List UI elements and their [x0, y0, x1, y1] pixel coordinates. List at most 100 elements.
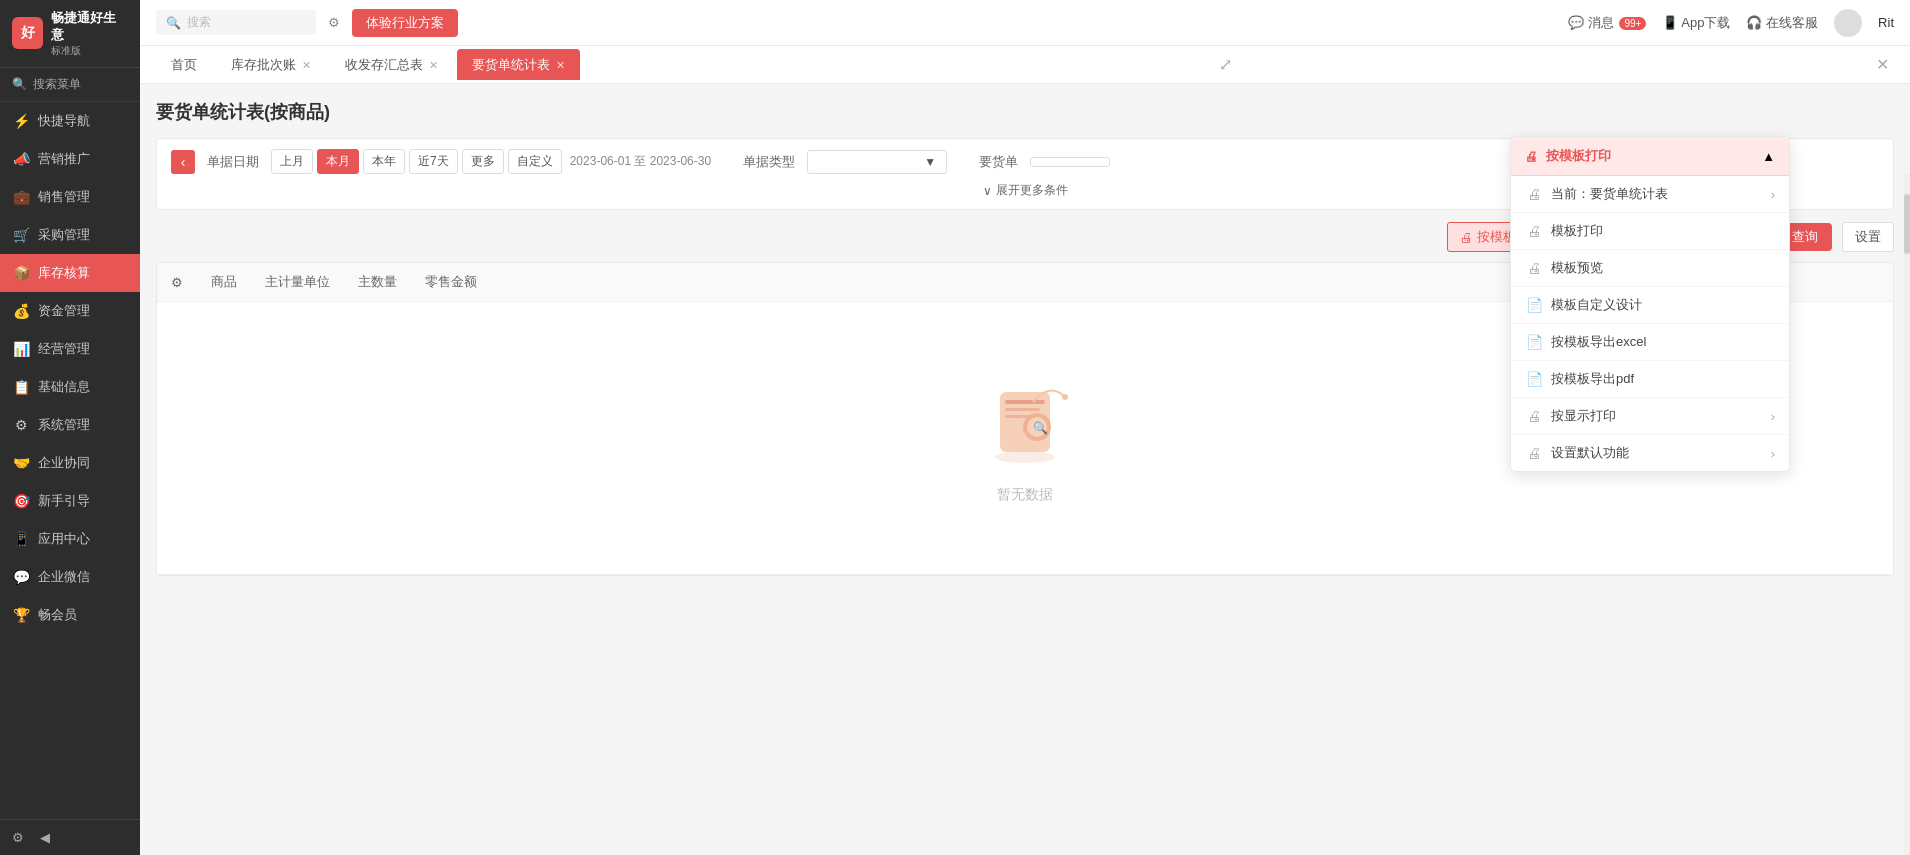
- topbar-search-icon: 🔍: [166, 16, 181, 30]
- operations-icon: 📊: [12, 341, 30, 357]
- dropdown-item-display-print[interactable]: 🖨 按显示打印 ›: [1511, 398, 1789, 435]
- dropdown-item-template-print[interactable]: 🖨 模板打印: [1511, 213, 1789, 250]
- topbar-search[interactable]: 🔍 搜索: [156, 10, 316, 35]
- download-icon: 📱: [1662, 15, 1678, 30]
- guide-icon: 🎯: [12, 493, 30, 509]
- filter-collapse-button[interactable]: ‹: [171, 150, 195, 174]
- sidebar-item-quick-nav[interactable]: ⚡ 快捷导航: [0, 102, 140, 140]
- svg-text:🔍: 🔍: [1033, 420, 1048, 435]
- avatar[interactable]: [1834, 9, 1862, 37]
- sidebar-item-guide[interactable]: 🎯 新手引导: [0, 482, 140, 520]
- dropdown-item-template-custom-design[interactable]: 📄 模板自定义设计: [1511, 287, 1789, 324]
- settings-icon[interactable]: ⚙: [12, 830, 24, 845]
- online-service-label: 在线客服: [1766, 15, 1818, 30]
- dropdown-item-template-preview[interactable]: 🖨 模板预览: [1511, 250, 1789, 287]
- tab-order-stats[interactable]: 要货单统计表 ✕: [457, 49, 580, 80]
- display-print-arrow: ›: [1771, 409, 1775, 424]
- tab-home[interactable]: 首页: [156, 49, 212, 80]
- date-range-display: 2023-06-01 至 2023-06-30: [570, 153, 711, 170]
- sidebar-item-operations[interactable]: 📊 经营管理: [0, 330, 140, 368]
- print-dropdown-menu: 🖨 按模板打印 ▲ 🖨 当前：要货单统计表 › 🖨 模板打印: [1510, 136, 1790, 472]
- col-settings[interactable]: ⚙: [157, 263, 197, 302]
- sidebar-item-label: 快捷导航: [38, 112, 90, 130]
- sidebar-item-app-center[interactable]: 📱 应用中心: [0, 520, 140, 558]
- message-badge: 99+: [1619, 17, 1646, 30]
- message-item[interactable]: 💬 消息 99+: [1568, 14, 1646, 32]
- dropdown-header[interactable]: 🖨 按模板打印 ▲: [1511, 137, 1789, 176]
- sidebar-item-member[interactable]: 🏆 畅会员: [0, 596, 140, 634]
- date-btn-7days[interactable]: 近7天: [409, 149, 458, 174]
- template-export-excel-label: 按模板导出excel: [1551, 333, 1646, 351]
- sidebar-item-label: 库存核算: [38, 264, 90, 282]
- sidebar-item-system[interactable]: ⚙ 系统管理: [0, 406, 140, 444]
- sales-icon: 💼: [12, 189, 30, 205]
- quick-nav-icon: ⚡: [12, 113, 30, 129]
- content-area: 要货单统计表(按商品) ‹ 单据日期 上月 本月 本年 近7天 更多 自定义 2…: [140, 84, 1910, 855]
- topbar: 🔍 搜索 ⚙ 体验行业方案 💬 消息 99+ 📱 App下载 🎧 在线客服 Ri…: [140, 0, 1910, 46]
- display-print-label: 按显示打印: [1551, 407, 1616, 425]
- template-preview-icon: 🖨: [1525, 260, 1543, 276]
- date-btn-last-month[interactable]: 上月: [271, 149, 313, 174]
- date-buttons: 上月 本月 本年 近7天 更多 自定义 2023-06-01 至 2023-06…: [271, 149, 711, 174]
- date-btn-current-year[interactable]: 本年: [363, 149, 405, 174]
- sidebar-item-finance[interactable]: 💰 资金管理: [0, 292, 140, 330]
- settings-gear-icon[interactable]: ⚙: [328, 15, 340, 30]
- yh-select[interactable]: [1030, 157, 1110, 167]
- date-btn-more[interactable]: 更多: [462, 149, 504, 174]
- dropdown-item-template-export-pdf[interactable]: 📄 按模板导出pdf: [1511, 361, 1789, 398]
- settings-button[interactable]: 设置: [1842, 222, 1894, 252]
- tab-close-all-button[interactable]: ✕: [1870, 53, 1894, 77]
- sidebar: 好 畅捷通好生意 标准版 🔍 搜索菜单 ⚡ 快捷导航 📣 营销推广 💼 销售管理…: [0, 0, 140, 855]
- collapse-icon[interactable]: ◀: [40, 830, 50, 845]
- tab-receipt-summary-label: 收发存汇总表: [345, 56, 423, 74]
- template-export-pdf-icon: 📄: [1525, 371, 1543, 387]
- set-default-arrow: ›: [1771, 446, 1775, 461]
- wechat-icon: 💬: [12, 569, 30, 585]
- sidebar-search[interactable]: 🔍 搜索菜单: [0, 68, 140, 102]
- dropdown-item-current-template[interactable]: 🖨 当前：要货单统计表 ›: [1511, 176, 1789, 213]
- sidebar-item-cooperation[interactable]: 🤝 企业协同: [0, 444, 140, 482]
- sidebar-item-label: 系统管理: [38, 416, 90, 434]
- col-retail-amount: 零售金额: [411, 263, 491, 302]
- app-download-item[interactable]: 📱 App下载: [1662, 14, 1730, 32]
- online-service-item[interactable]: 🎧 在线客服: [1746, 14, 1818, 32]
- tab-bar: 首页 库存批次账 ✕ 收发存汇总表 ✕ 要货单统计表 ✕ ⤢ ✕: [140, 46, 1910, 84]
- tab-order-stats-label: 要货单统计表: [472, 56, 550, 74]
- promo-button[interactable]: 体验行业方案: [352, 9, 458, 37]
- settings-label: 设置: [1855, 228, 1881, 246]
- empty-text: 暂无数据: [997, 486, 1053, 504]
- dropdown-title: 按模板打印: [1546, 147, 1611, 165]
- member-icon: 🏆: [12, 607, 30, 623]
- tab-expand-button[interactable]: ⤢: [1213, 53, 1237, 77]
- search-icon: 🔍: [12, 77, 27, 91]
- tab-home-label: 首页: [171, 56, 197, 74]
- message-label: 消息: [1588, 15, 1614, 30]
- dropdown-collapse-icon[interactable]: ▲: [1762, 149, 1775, 164]
- dropdown-item-set-default[interactable]: 🖨 设置默认功能 ›: [1511, 435, 1789, 471]
- sidebar-item-label: 采购管理: [38, 226, 90, 244]
- sidebar-item-basic-info[interactable]: 📋 基础信息: [0, 368, 140, 406]
- tab-order-stats-close[interactable]: ✕: [556, 59, 565, 72]
- date-btn-current-month[interactable]: 本月: [317, 149, 359, 174]
- template-print-icon: 🖨: [1525, 223, 1543, 239]
- inventory-icon: 📦: [12, 265, 30, 281]
- sidebar-bottom: ⚙ ◀: [0, 819, 140, 855]
- date-btn-custom[interactable]: 自定义: [508, 149, 562, 174]
- dropdown-item-template-export-excel[interactable]: 📄 按模板导出excel: [1511, 324, 1789, 361]
- order-type-label: 单据类型: [743, 153, 795, 171]
- logo-sub-text: 标准版: [51, 44, 128, 57]
- tab-receipt-summary[interactable]: 收发存汇总表 ✕: [330, 49, 453, 80]
- order-type-select[interactable]: ▼: [807, 150, 947, 174]
- tab-inventory-batch-close[interactable]: ✕: [302, 59, 311, 72]
- sidebar-item-wechat[interactable]: 💬 企业微信: [0, 558, 140, 596]
- yh-label: 要货单: [979, 153, 1018, 171]
- cooperation-icon: 🤝: [12, 455, 30, 471]
- tab-inventory-batch[interactable]: 库存批次账 ✕: [216, 49, 326, 80]
- template-export-excel-icon: 📄: [1525, 334, 1543, 350]
- tab-receipt-summary-close[interactable]: ✕: [429, 59, 438, 72]
- scrollbar-thumb[interactable]: [1904, 194, 1910, 254]
- sidebar-item-inventory[interactable]: 📦 库存核算: [0, 254, 140, 292]
- sidebar-item-marketing[interactable]: 📣 营销推广: [0, 140, 140, 178]
- sidebar-item-sales[interactable]: 💼 销售管理: [0, 178, 140, 216]
- sidebar-item-purchase[interactable]: 🛒 采购管理: [0, 216, 140, 254]
